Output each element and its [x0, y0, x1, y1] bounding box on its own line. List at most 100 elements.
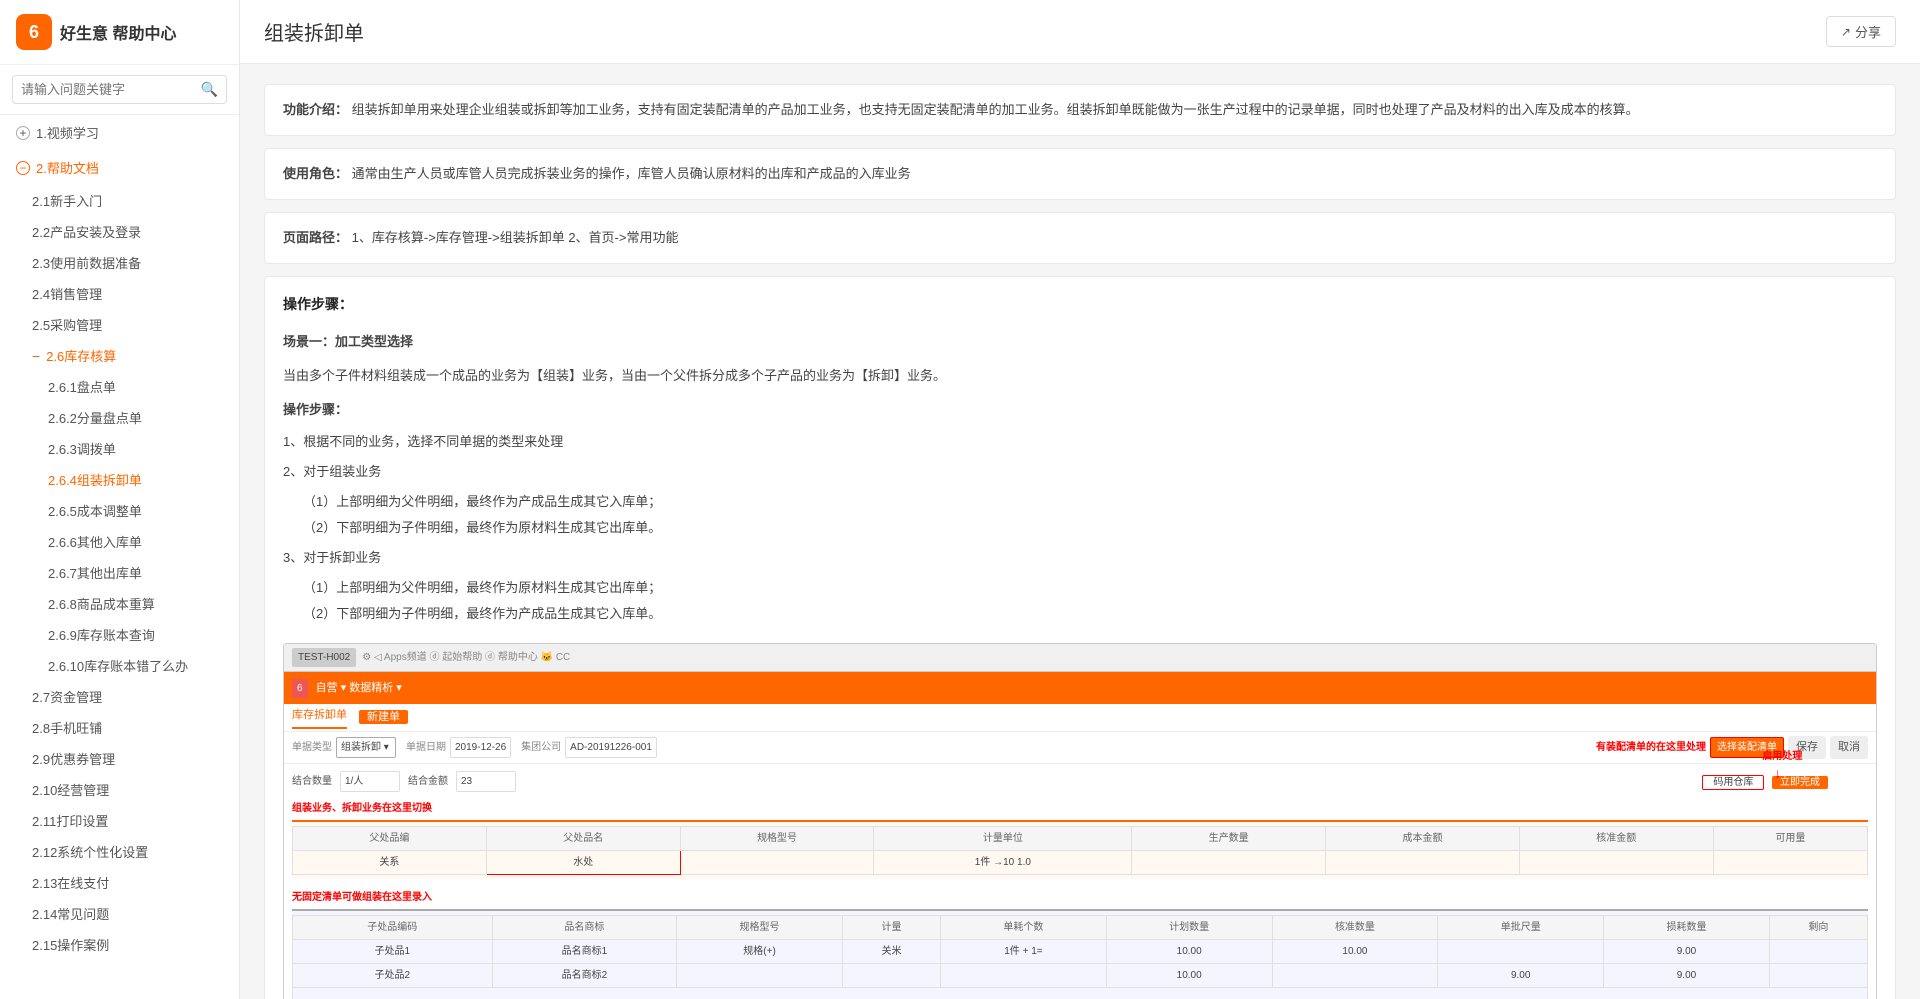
sidebar-item-inventory[interactable]: 2.6库存核算 [46, 340, 128, 371]
steps-title: 操作步骤： [283, 293, 1877, 317]
annotation-arrow2-row: 无固定清单可做组装在这里录入 [292, 885, 1868, 907]
mock-lcol-h3: 规格型号 [677, 916, 843, 940]
plus-icon-video: + [16, 126, 30, 140]
mock-lcell [1769, 940, 1867, 964]
sidebar-item-ledger-wrong[interactable]: 2.6.10库存账本错了么办 [48, 650, 239, 681]
minus-icon-helpdoc: − [16, 161, 30, 175]
steps-sub-label: 操作步骤： [283, 397, 1877, 423]
share-label: 分享 [1855, 22, 1881, 41]
mock-lcell: 子处品1 [293, 940, 493, 964]
sidebar-item-goods-cost[interactable]: 2.6.8商品成本重算 [48, 588, 239, 619]
share-button[interactable]: ↗ 分享 [1826, 16, 1896, 47]
intro-label: 功能介绍： [283, 102, 348, 117]
mock-upper-right: 码用仓库 立即完成 启用处理 ↓ [1702, 770, 1828, 792]
path-text: 1、库存核算->库存管理->组装拆卸单 2、首页->常用功能 [352, 230, 679, 245]
annotation-label1: 有装配清单的在这里处理 [1596, 739, 1706, 756]
mock-cell: 1件 →10 1.0 [874, 851, 1132, 875]
sidebar-item-cost-adjust[interactable]: 2.6.5成本调整单 [48, 495, 239, 526]
annotation-label3: 组装业务、拆卸业务在这里切换 [292, 803, 432, 814]
mock-lcol-h1: 子处品编码 [293, 916, 493, 940]
share-icon: ↗ [1841, 25, 1851, 39]
sidebar-item-purchase[interactable]: 2.5采购管理 [32, 309, 239, 340]
mock-lcol-h6: 计划数量 [1106, 916, 1272, 940]
mock-lcell: 1件 + 1= [941, 940, 1107, 964]
sidebar-item-payment[interactable]: 2.13在线支付 [32, 867, 239, 898]
sidebar-inventory-row[interactable]: − 2.6库存核算 [32, 340, 239, 371]
sidebar-item-partial-count[interactable]: 2.6.2分量盘点单 [48, 402, 239, 433]
mock-annotation-row: 组装业务、拆卸业务在这里切换 [292, 796, 1868, 818]
mock-upper-section: 父处品编 父处品名 规格型号 计量单位 生产数量 成本金额 核准金额 可用量 [292, 820, 1868, 879]
sidebar-item-other-in[interactable]: 2.6.6其他入库单 [48, 526, 239, 557]
annotation-label4: 启用处理 [1762, 748, 1802, 765]
mock-cell [680, 851, 874, 875]
mock-label-qty: 结合数量 [292, 773, 332, 790]
annotation-label5: 无固定清单可做组装在这里录入 [292, 892, 432, 903]
sidebar-item-ledger-check[interactable]: 2.6.9库存账本查询 [48, 619, 239, 650]
sidebar-item-sales[interactable]: 2.4销售管理 [32, 278, 239, 309]
minus-icon-inventory: − [32, 348, 40, 364]
mock-field-date[interactable]: 2019-12-26 [450, 737, 511, 758]
mock-lcell: 规格(+) [677, 940, 843, 964]
sidebar-item-print[interactable]: 2.11打印设置 [32, 805, 239, 836]
nav-section: + 1.视频学习 − 2.帮助文档 2.1新手入门 2.2产品安装及登录 2.3… [0, 115, 239, 960]
mock-qiyong-btn[interactable]: 码用仓库 [1702, 775, 1764, 790]
scene1: 场景一：加工类型选择 当由多个子件材料组装成一个成品的业务为【组装】业务，当由一… [283, 329, 1877, 627]
sidebar-item-faq[interactable]: 2.14常见问题 [32, 898, 239, 929]
search-input[interactable] [21, 82, 201, 97]
mock-lcol-h2: 品名商标 [492, 916, 677, 940]
mock-lower-section: 子处品编码 品名商标 规格型号 计量 单耗个数 计划数量 核准数量 单批尺量 损 [292, 909, 1868, 999]
mock-lcell: 10.00 [1272, 940, 1438, 964]
sidebar-item-helpdoc[interactable]: − 2.帮助文档 [0, 150, 239, 185]
sidebar-item-transfer[interactable]: 2.6.3调拨单 [48, 433, 239, 464]
step2-row: 2、对于组装业务 [283, 459, 1877, 485]
sidebar-item-coupon[interactable]: 2.9优惠券管理 [32, 743, 239, 774]
mock-field-num[interactable]: AD-20191226-001 [565, 737, 657, 758]
path-label: 页面路径： [283, 230, 348, 245]
mock-btn-cancel[interactable]: 取消 [1830, 736, 1868, 759]
logo-area: 6 好生意 帮助中心 [0, 0, 239, 65]
mock-cell [1713, 851, 1867, 875]
steps-block: 操作步骤： 场景一：加工类型选择 当由多个子件材料组装成一个成品的业务为【组装】… [264, 276, 1896, 999]
mock-browser-bar: TEST-H002 ⚙ ◁ Apps频道 ⓓ 起始帮助 ⓓ 帮助中心 🐱 CC [284, 644, 1876, 672]
mock-lcol-h10: 剩向 [1769, 916, 1867, 940]
sidebar-item-assembly[interactable]: 2.6.4组装拆卸单 [48, 464, 239, 495]
mock-cell: 关系 [293, 851, 487, 875]
annotation-arrow4: ↓ [1774, 762, 1781, 786]
mock-tab-main[interactable]: 库存拆卸单 [292, 706, 347, 729]
mock-lcell: 10.00 [1106, 964, 1272, 988]
step3-sub2-row: （2）下部明细为子件明细，最终作为产成品生成其它入库单。 [283, 601, 1877, 627]
step3-sub1-row: （1）上部明细为父件明细，最终作为原材料生成其它出库单； [283, 575, 1877, 601]
intro-block: 功能介绍： 组装拆卸单用来处理企业组装或拆卸等加工业务，支持有固定装配清单的产品… [264, 84, 1896, 136]
sidebar-item-install[interactable]: 2.2产品安装及登录 [32, 216, 239, 247]
step2-sub1-row: （1）上部明细为父件明细，最终作为产成品生成其它入库单； [283, 489, 1877, 515]
sidebar-item-capital[interactable]: 2.7资金管理 [32, 681, 239, 712]
mock-upper-row1: 关系 水处 1件 →10 1.0 [293, 851, 1868, 875]
path-block: 页面路径： 1、库存核算->库存管理->组装拆卸单 2、首页->常用功能 [264, 212, 1896, 264]
mock-tab-new[interactable]: 新建单 [359, 708, 408, 727]
mock-lcell: 9.00 [1604, 964, 1770, 988]
mock-col-h8: 可用量 [1713, 827, 1867, 851]
sidebar-item-other-out[interactable]: 2.6.7其他出库单 [48, 557, 239, 588]
sidebar-item-dataprep[interactable]: 2.3使用前数据准备 [32, 247, 239, 278]
main-content: 组装拆卸单 ↗ 分享 功能介绍： 组装拆卸单用来处理企业组装或拆卸等加工业务，支… [240, 0, 1920, 999]
sidebar-item-custom[interactable]: 2.12系统个性化设置 [32, 836, 239, 867]
mock-col-h1: 父处品编 [293, 827, 487, 851]
mock-label-cost: 结合金额 [408, 773, 448, 790]
mock-qty-input[interactable]: 1/人 [340, 771, 400, 792]
sidebar-item-cases[interactable]: 2.15操作案例 [32, 929, 239, 960]
sidebar-item-mobile[interactable]: 2.8手机旺铺 [32, 712, 239, 743]
sidebar-item-stockcount[interactable]: 2.6.1盘点单 [48, 371, 239, 402]
browser-address: TEST-H002 [292, 648, 356, 667]
scene1-title: 场景一：加工类型选择 [283, 334, 413, 349]
mock-lcell: 关米 [842, 940, 940, 964]
search-icon[interactable]: 🔍 [201, 81, 218, 98]
mock-upper-header: 结合数量 1/人 结合金额 23 码用仓库 立即完成 启用处理 ↓ [292, 770, 1868, 792]
sidebar-item-newbie[interactable]: 2.1新手入门 [32, 185, 239, 216]
sidebar-item-ops[interactable]: 2.10经营管理 [32, 774, 239, 805]
logo-text: 好生意 帮助中心 [60, 20, 176, 44]
sidebar-item-video[interactable]: + 1.视频学习 [0, 115, 239, 150]
mock-cost-input[interactable]: 23 [456, 771, 516, 792]
step2-sub2-row: （2）下部明细为子件明细，最终作为原材料生成其它出库单。 [283, 515, 1877, 541]
sidebar-sub-items: 2.1新手入门 2.2产品安装及登录 2.3使用前数据准备 2.4销售管理 2.… [0, 185, 239, 960]
mock-field-type[interactable]: 组装拆卸 ▾ [336, 737, 396, 758]
